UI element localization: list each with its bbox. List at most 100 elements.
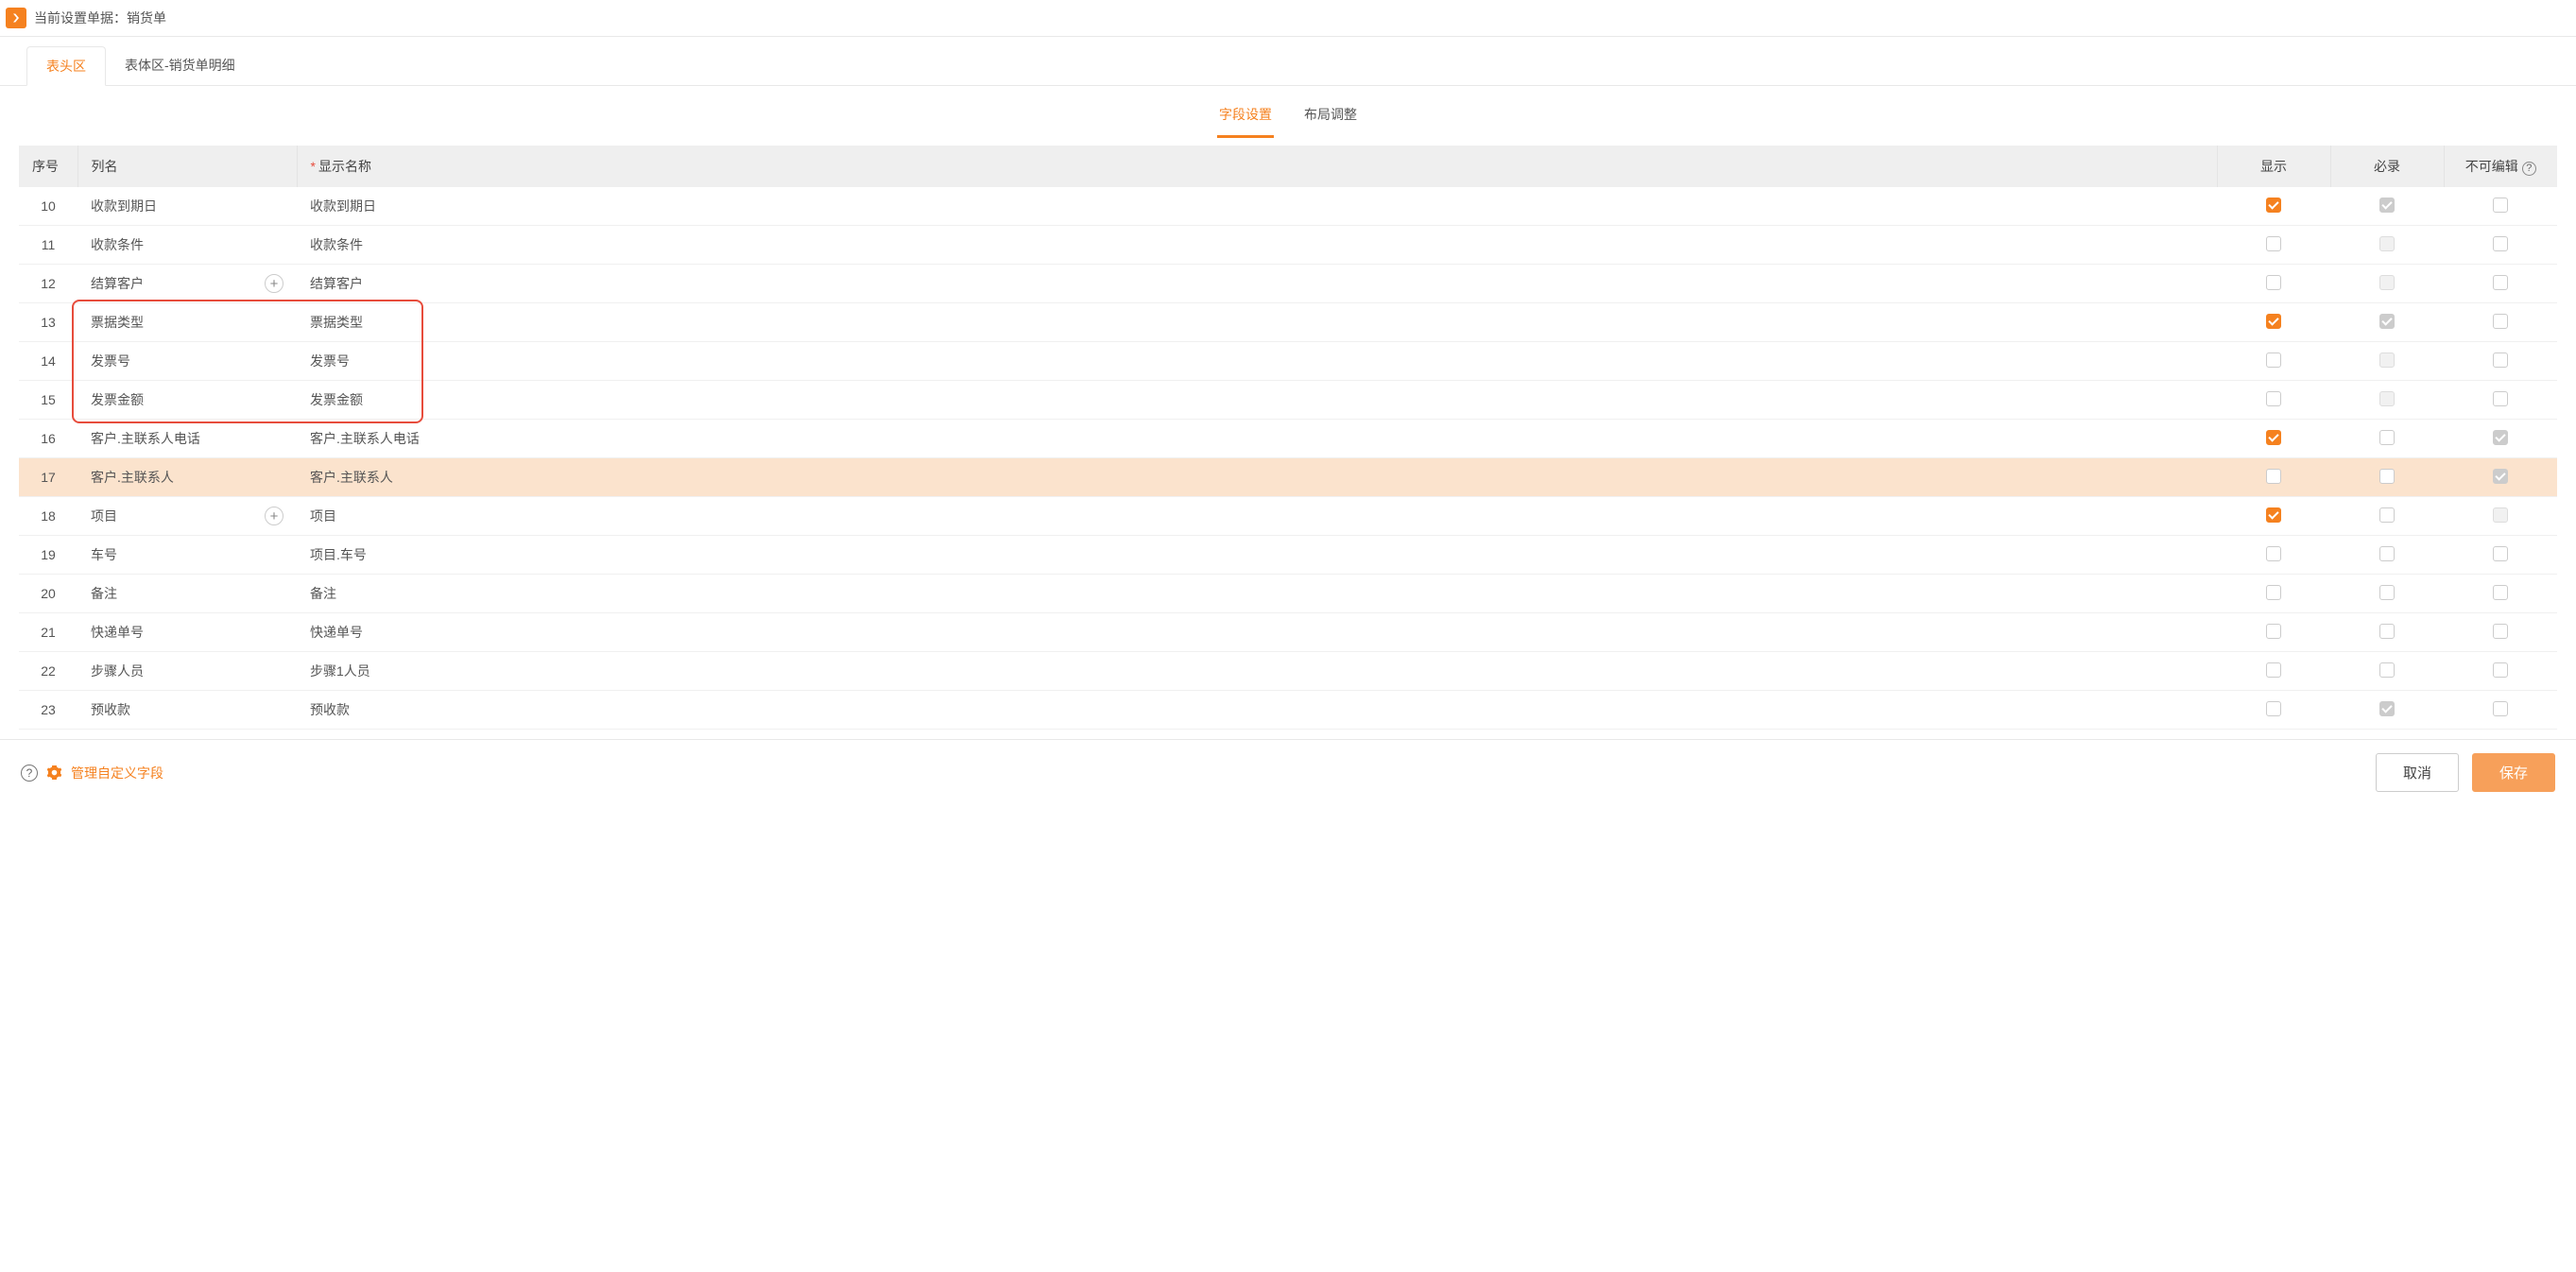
table-row: 17客户.主联系人客户.主联系人 (19, 458, 2557, 497)
required-checkbox[interactable] (2379, 469, 2395, 484)
save-button[interactable]: 保存 (2472, 753, 2555, 792)
table-row: 18项目+项目 (19, 497, 2557, 536)
readonly-checkbox[interactable] (2493, 662, 2508, 678)
required-checkbox[interactable] (2379, 430, 2395, 445)
required-checkbox[interactable] (2379, 507, 2395, 523)
cell-required (2330, 342, 2444, 381)
readonly-checkbox (2493, 469, 2508, 484)
table-row: 21快递单号快递单号 (19, 613, 2557, 652)
cell-required (2330, 691, 2444, 730)
required-checkbox[interactable] (2379, 585, 2395, 600)
required-checkbox[interactable] (2379, 624, 2395, 639)
col-header-name: 列名 (77, 146, 297, 187)
cell-name: 结算客户+ (77, 265, 297, 303)
question-icon[interactable]: ? (21, 765, 38, 782)
cell-seq: 19 (19, 536, 77, 575)
show-checkbox[interactable] (2266, 352, 2281, 368)
show-checkbox[interactable] (2266, 507, 2281, 523)
field-name-text: 发票号 (91, 352, 130, 370)
readonly-checkbox[interactable] (2493, 314, 2508, 329)
readonly-checkbox[interactable] (2493, 391, 2508, 406)
readonly-checkbox[interactable] (2493, 275, 2508, 290)
cell-display-name[interactable]: 收款到期日 (297, 187, 2217, 226)
tab-0[interactable]: 表头区 (26, 46, 106, 86)
required-checkbox (2379, 275, 2395, 290)
cell-readonly (2444, 691, 2557, 730)
cell-display-name[interactable]: 项目 (297, 497, 2217, 536)
show-checkbox[interactable] (2266, 314, 2281, 329)
help-icon[interactable]: ? (2522, 162, 2536, 176)
field-name-text: 客户.主联系人电话 (91, 429, 200, 448)
cell-display-name[interactable]: 发票号 (297, 342, 2217, 381)
cell-display-name[interactable]: 预收款 (297, 691, 2217, 730)
subtab-0[interactable]: 字段设置 (1217, 99, 1274, 138)
field-name-text: 票据类型 (91, 313, 144, 332)
readonly-checkbox[interactable] (2493, 585, 2508, 600)
show-checkbox[interactable] (2266, 469, 2281, 484)
table-row: 10收款到期日收款到期日 (19, 187, 2557, 226)
cell-seq: 18 (19, 497, 77, 536)
readonly-checkbox[interactable] (2493, 198, 2508, 213)
cell-display-name[interactable]: 客户.主联系人 (297, 458, 2217, 497)
cell-display-name[interactable]: 客户.主联系人电话 (297, 420, 2217, 458)
readonly-checkbox[interactable] (2493, 701, 2508, 716)
add-button[interactable]: + (265, 507, 283, 525)
show-checkbox[interactable] (2266, 236, 2281, 251)
required-checkbox[interactable] (2379, 662, 2395, 678)
show-checkbox[interactable] (2266, 585, 2281, 600)
readonly-checkbox[interactable] (2493, 546, 2508, 561)
cell-readonly (2444, 187, 2557, 226)
cell-required (2330, 303, 2444, 342)
cell-name: 客户.主联系人 (77, 458, 297, 497)
expand-toggle-button[interactable] (6, 8, 26, 28)
readonly-checkbox[interactable] (2493, 624, 2508, 639)
cell-required (2330, 575, 2444, 613)
cell-display-name[interactable]: 步骤1人员 (297, 652, 2217, 691)
cell-show (2217, 187, 2330, 226)
show-checkbox[interactable] (2266, 662, 2281, 678)
manage-custom-fields-link[interactable]: 管理自定义字段 (71, 764, 163, 782)
show-checkbox[interactable] (2266, 275, 2281, 290)
show-checkbox[interactable] (2266, 198, 2281, 213)
cell-name: 备注 (77, 575, 297, 613)
readonly-checkbox[interactable] (2493, 352, 2508, 368)
col-header-display: *显示名称 (297, 146, 2217, 187)
cell-display-name[interactable]: 项目.车号 (297, 536, 2217, 575)
cell-readonly (2444, 226, 2557, 265)
cell-show (2217, 381, 2330, 420)
readonly-checkbox[interactable] (2493, 236, 2508, 251)
show-checkbox[interactable] (2266, 430, 2281, 445)
show-checkbox[interactable] (2266, 701, 2281, 716)
add-button[interactable]: + (265, 274, 283, 293)
cell-seq: 23 (19, 691, 77, 730)
cell-readonly (2444, 613, 2557, 652)
cell-display-name[interactable]: 票据类型 (297, 303, 2217, 342)
cell-display-name[interactable]: 备注 (297, 575, 2217, 613)
readonly-checkbox (2493, 507, 2508, 523)
table-row: 19车号项目.车号 (19, 536, 2557, 575)
show-checkbox[interactable] (2266, 624, 2281, 639)
required-checkbox[interactable] (2379, 546, 2395, 561)
cell-readonly (2444, 381, 2557, 420)
main-tabs: 表头区表体区-销货单明细 (26, 46, 2550, 85)
cell-show (2217, 265, 2330, 303)
cell-display-name[interactable]: 收款条件 (297, 226, 2217, 265)
cell-display-name[interactable]: 快递单号 (297, 613, 2217, 652)
cell-show (2217, 342, 2330, 381)
show-checkbox[interactable] (2266, 391, 2281, 406)
cell-name: 快递单号 (77, 613, 297, 652)
cell-display-name[interactable]: 结算客户 (297, 265, 2217, 303)
col-header-seq: 序号 (19, 146, 77, 187)
subtab-1[interactable]: 布局调整 (1302, 99, 1359, 138)
required-checkbox (2379, 236, 2395, 251)
cell-show (2217, 691, 2330, 730)
cell-display-name[interactable]: 发票金额 (297, 381, 2217, 420)
cancel-button[interactable]: 取消 (2376, 753, 2459, 792)
cell-readonly (2444, 497, 2557, 536)
table-row: 14发票号发票号 (19, 342, 2557, 381)
show-checkbox[interactable] (2266, 546, 2281, 561)
footer: ? 管理自定义字段 取消 保存 (0, 739, 2576, 805)
tab-1[interactable]: 表体区-销货单明细 (106, 46, 254, 85)
cell-required (2330, 458, 2444, 497)
cell-name: 票据类型 (77, 303, 297, 342)
